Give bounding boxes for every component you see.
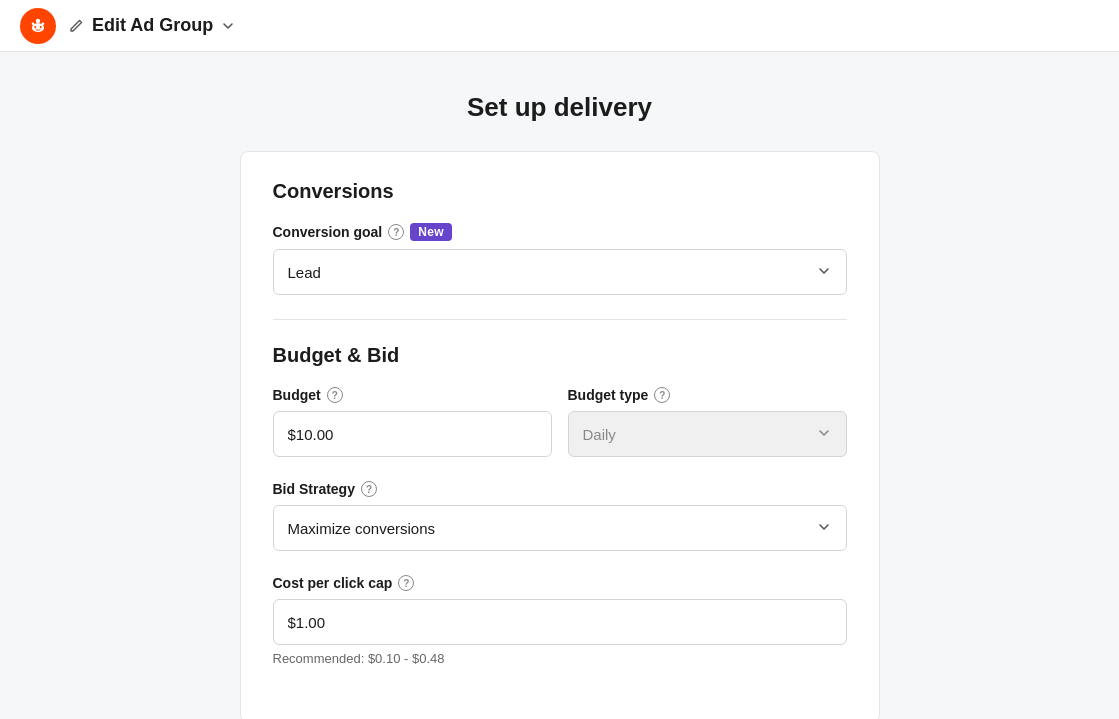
cost-per-click-label: Cost per click cap bbox=[273, 575, 393, 591]
budget-help-icon[interactable]: ? bbox=[327, 387, 343, 403]
conversions-section-title: Conversions bbox=[273, 180, 847, 203]
budget-type-field: Budget type ? Daily bbox=[568, 387, 847, 457]
conversion-goal-label: Conversion goal bbox=[273, 224, 383, 240]
bid-strategy-chevron-icon bbox=[816, 519, 832, 538]
chevron-down-icon bbox=[221, 19, 235, 33]
svg-point-4 bbox=[36, 18, 40, 22]
reddit-ads-logo bbox=[20, 8, 56, 44]
budget-type-chevron-icon bbox=[816, 425, 832, 444]
svg-point-6 bbox=[42, 22, 45, 25]
edit-icon bbox=[68, 18, 84, 34]
cost-per-click-input[interactable] bbox=[273, 599, 847, 645]
budget-type-select[interactable]: Daily bbox=[568, 411, 847, 457]
budget-bid-section-title: Budget & Bid bbox=[273, 344, 847, 367]
budget-label: Budget bbox=[273, 387, 321, 403]
bid-strategy-label: Bid Strategy bbox=[273, 481, 355, 497]
bid-strategy-field: Bid Strategy ? Maximize conversions bbox=[273, 481, 847, 551]
bid-strategy-help-icon[interactable]: ? bbox=[361, 481, 377, 497]
page-title: Set up delivery bbox=[240, 92, 880, 123]
conversion-goal-field: Conversion goal ? New Lead bbox=[273, 223, 847, 295]
page-header-title: Edit Ad Group bbox=[92, 15, 213, 36]
budget-type-help-icon[interactable]: ? bbox=[654, 387, 670, 403]
conversion-goal-help-icon[interactable]: ? bbox=[388, 224, 404, 240]
budget-type-label: Budget type bbox=[568, 387, 649, 403]
conversions-section: Conversions Conversion goal ? New Lead bbox=[273, 180, 847, 295]
cost-per-click-hint: Recommended: $0.10 - $0.48 bbox=[273, 651, 847, 666]
delivery-card: Conversions Conversion goal ? New Lead bbox=[240, 151, 880, 719]
cost-per-click-help-icon[interactable]: ? bbox=[398, 575, 414, 591]
svg-point-2 bbox=[34, 26, 36, 28]
budget-type-value: Daily bbox=[583, 426, 616, 443]
breadcrumb[interactable]: Edit Ad Group bbox=[68, 15, 235, 36]
budget-field: Budget ? bbox=[273, 387, 552, 457]
cost-per-click-field: Cost per click cap ? Recommended: $0.10 … bbox=[273, 575, 847, 666]
svg-point-7 bbox=[32, 22, 35, 25]
conversion-goal-chevron-icon bbox=[816, 263, 832, 282]
bid-strategy-value: Maximize conversions bbox=[288, 520, 436, 537]
app-header: Edit Ad Group bbox=[0, 0, 1119, 52]
new-badge: New bbox=[410, 223, 452, 241]
conversion-goal-select[interactable]: Lead bbox=[273, 249, 847, 295]
budget-bid-section: Budget & Bid Budget ? Budget type ? bbox=[273, 319, 847, 666]
budget-input[interactable] bbox=[273, 411, 552, 457]
bid-strategy-select[interactable]: Maximize conversions bbox=[273, 505, 847, 551]
conversion-goal-value: Lead bbox=[288, 264, 321, 281]
svg-point-3 bbox=[40, 26, 42, 28]
main-content: Set up delivery Conversions Conversion g… bbox=[0, 52, 1119, 719]
